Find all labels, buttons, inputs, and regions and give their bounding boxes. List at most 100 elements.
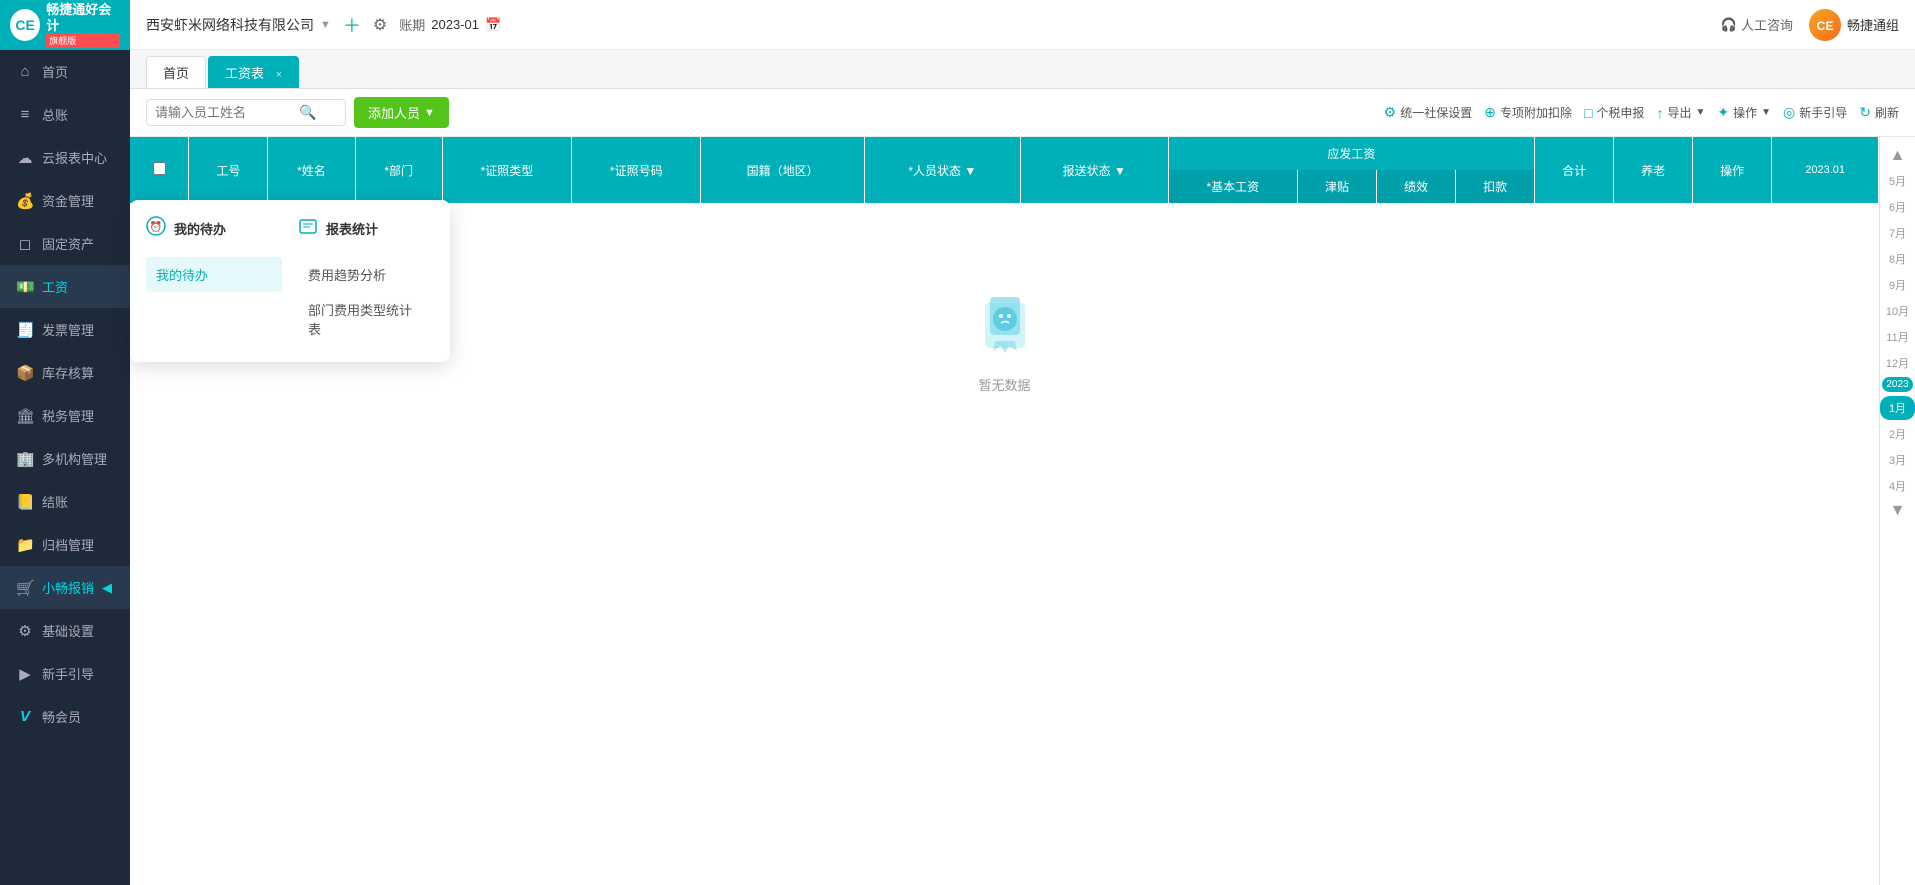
sidebar-item-inventory[interactable]: 📦 库存核算: [0, 351, 130, 394]
month-12[interactable]: 12月: [1880, 351, 1915, 375]
period-calendar-icon[interactable]: 📅: [485, 17, 501, 33]
search-icon[interactable]: 🔍: [299, 104, 316, 121]
ledger-icon: ≡: [16, 106, 34, 123]
select-all-checkbox[interactable]: [153, 162, 166, 175]
sidebar-item-guide[interactable]: ▶ 新手引导: [0, 652, 130, 695]
col-period: 2023.01: [1772, 137, 1879, 203]
cloud-icon: ☁: [16, 149, 34, 167]
month-11[interactable]: 11月: [1880, 325, 1915, 349]
sidebar-item-finance[interactable]: 💰 资金管理: [0, 179, 130, 222]
sidebar-item-multi[interactable]: 🏢 多机构管理: [0, 437, 130, 480]
popup-item-dept-cost[interactable]: 部门费用类型统计表: [298, 292, 434, 346]
guide-icon: ▶: [16, 665, 34, 683]
sidebar-item-close[interactable]: 📒 结账: [0, 480, 130, 523]
sidebar-label-tax: 税务管理: [42, 406, 94, 425]
add-person-button[interactable]: 添加人员 ▼: [354, 97, 449, 128]
col-status: *人员状态 ▼: [864, 137, 1020, 203]
sidebar-item-settings[interactable]: ⚙ 基础设置: [0, 609, 130, 652]
sidebar-item-ledger[interactable]: ≡ 总账: [0, 93, 130, 136]
search-box: 🔍: [146, 99, 346, 126]
month-10[interactable]: 10月: [1880, 299, 1915, 323]
tab-home[interactable]: 首页: [146, 56, 206, 88]
support-button[interactable]: 🎧 人工咨询: [1721, 15, 1793, 34]
sidebar-item-tax[interactable]: 🏛 税务管理: [0, 394, 130, 437]
sidebar-label-member: 畅会员: [42, 707, 81, 726]
table-header: 工号 *姓名 *部门 *证照类型 *证照号码 国籍（地区） *人员状态 ▼ 报送…: [130, 137, 1879, 203]
sidebar-item-assets[interactable]: ◻ 固定资产: [0, 222, 130, 265]
refresh-button[interactable]: ↻ 刷新: [1859, 104, 1899, 121]
month-3[interactable]: 3月: [1880, 448, 1915, 472]
col-checkbox[interactable]: [130, 137, 189, 203]
multi-icon: 🏢: [16, 450, 34, 468]
month-8[interactable]: 8月: [1880, 247, 1915, 271]
member-icon: V: [16, 708, 34, 725]
sidebar-label-expense: 小畅报销: [42, 578, 94, 597]
popup-item-cost-trend[interactable]: 费用趋势分析: [298, 257, 434, 292]
month-2[interactable]: 2月: [1880, 422, 1915, 446]
month-1[interactable]: 1月: [1880, 396, 1915, 420]
sidebar-item-expense[interactable]: 🛒 小畅报销 ◀: [0, 566, 130, 609]
guide-button[interactable]: ◎ 新手引导: [1783, 104, 1847, 121]
col-name: *姓名: [268, 137, 355, 203]
search-input[interactable]: [155, 105, 295, 120]
tax-report-icon: □: [1584, 105, 1592, 121]
sidebar-item-home[interactable]: ⌂ 首页: [0, 50, 130, 93]
todo-header-icon: ⏰: [146, 216, 166, 241]
operation-label: 操作: [1733, 104, 1757, 121]
user-menu[interactable]: CE 畅捷通组: [1809, 9, 1899, 41]
sidebar-label-salary: 工资: [42, 277, 68, 296]
tab-salary[interactable]: 工资表 ×: [208, 56, 299, 88]
add-company-button[interactable]: ＋: [343, 12, 361, 38]
todo-header-title: 我的待办: [174, 219, 226, 238]
expense-popup-menu: ⏰ 我的待办 我的待办 报表统计 费用趋势分析 部门费用类型统计表: [130, 200, 450, 362]
operation-button[interactable]: ✦ 操作 ▼: [1717, 104, 1771, 121]
avatar-image: CE: [1809, 9, 1841, 41]
sidebar: CE 畅捷通好会计 旗舰版 ⌂ 首页 ≡ 总账 ☁ 云报表中心 💰 资金管理 ◻…: [0, 0, 130, 885]
popup-col-report: 报表统计 费用趋势分析 部门费用类型统计表: [298, 216, 434, 346]
company-selector[interactable]: 西安虾米网络科技有限公司 ▼: [146, 15, 331, 35]
month-7[interactable]: 7月: [1880, 221, 1915, 245]
popup-sections: ⏰ 我的待办 我的待办 报表统计 费用趋势分析 部门费用类型统计表: [146, 216, 434, 346]
scroll-up-button[interactable]: ▲: [1888, 145, 1908, 167]
deduction-button[interactable]: ⊕ 专项附加扣除: [1484, 104, 1572, 121]
month-9[interactable]: 9月: [1880, 273, 1915, 297]
scroll-down-button[interactable]: ▼: [1888, 500, 1908, 522]
col-pension: 养老: [1614, 137, 1693, 203]
tab-salary-label: 工资表: [225, 66, 264, 81]
month-6[interactable]: 6月: [1880, 195, 1915, 219]
sidebar-label-multi: 多机构管理: [42, 449, 107, 468]
col-report-status: 报送状态 ▼: [1020, 137, 1168, 203]
username: 畅捷通组: [1847, 15, 1899, 34]
month-4[interactable]: 4月: [1880, 474, 1915, 498]
col-action: 操作: [1693, 137, 1772, 203]
close-book-icon: 📒: [16, 493, 34, 511]
sidebar-item-member[interactable]: V 畅会员: [0, 695, 130, 738]
company-settings-icon[interactable]: ⚙: [373, 15, 387, 35]
col-performance: 绩效: [1377, 170, 1456, 203]
tab-home-label: 首页: [163, 66, 189, 81]
month-5[interactable]: 5月: [1880, 169, 1915, 193]
export-label: 导出: [1667, 104, 1691, 121]
export-icon: ↑: [1656, 105, 1663, 121]
company-dropdown-icon: ▼: [320, 19, 331, 31]
sidebar-label-ledger: 总账: [42, 105, 68, 124]
sidebar-label-settings: 基础设置: [42, 621, 94, 640]
sidebar-item-cloud[interactable]: ☁ 云报表中心: [0, 136, 130, 179]
sidebar-item-invoice[interactable]: 🧾 发票管理: [0, 308, 130, 351]
todo-svg-icon: ⏰: [146, 216, 166, 236]
export-button[interactable]: ↑ 导出 ▼: [1656, 104, 1705, 121]
tab-close-icon[interactable]: ×: [276, 69, 282, 81]
sidebar-label-close: 结账: [42, 492, 68, 511]
empty-illustration: [965, 283, 1045, 363]
sidebar-item-salary[interactable]: 💵 工资: [0, 265, 130, 308]
sidebar-item-archive[interactable]: 📁 归档管理: [0, 523, 130, 566]
popup-item-my-todo[interactable]: 我的待办: [146, 257, 282, 292]
col-total: 合计: [1535, 137, 1614, 203]
social-insurance-button[interactable]: ⚙ 统一社保设置: [1384, 104, 1473, 121]
empty-icon: [965, 283, 1045, 363]
expand-arrow-icon: ◀: [102, 580, 112, 596]
svg-text:⏰: ⏰: [150, 220, 162, 233]
popup-todo-header: ⏰ 我的待办: [146, 216, 282, 247]
tax-report-button[interactable]: □ 个税申报: [1584, 104, 1644, 121]
guide-action-label: 新手引导: [1799, 104, 1847, 121]
